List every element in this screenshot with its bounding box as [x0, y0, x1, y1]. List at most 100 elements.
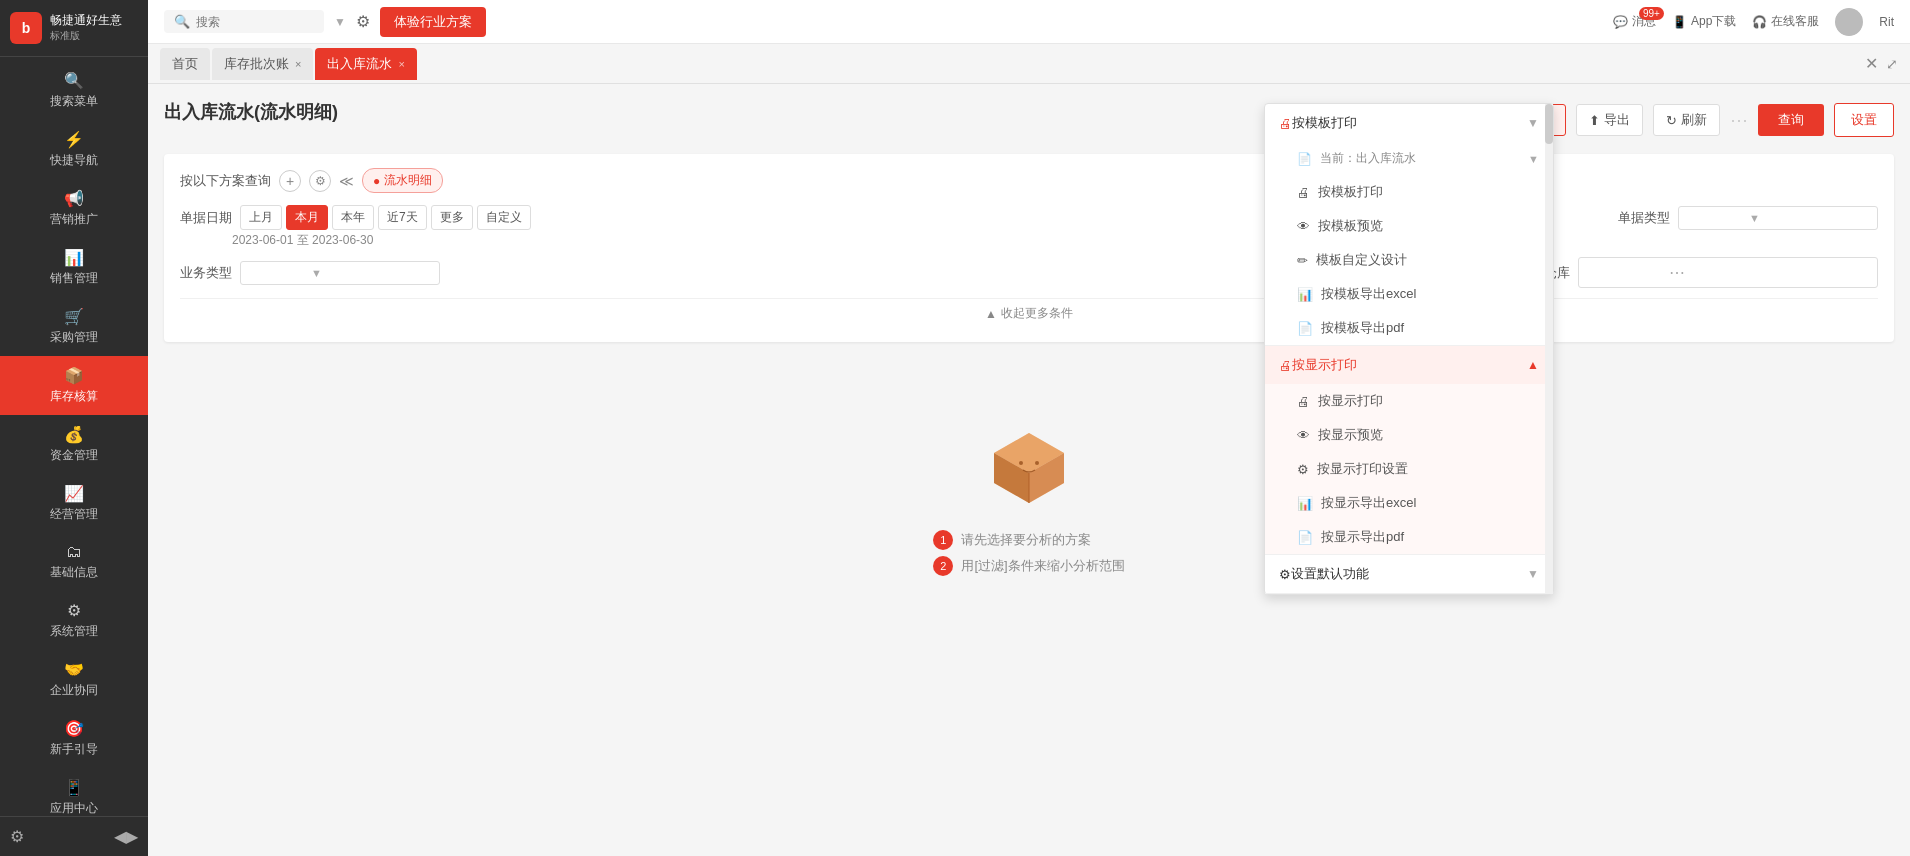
template-print-item-5-icon: 📄: [1297, 321, 1313, 336]
search-menu-icon: 🔍: [64, 71, 84, 90]
topbar-search-box[interactable]: 🔍: [164, 10, 324, 33]
app-name: 畅捷通好生意: [50, 13, 122, 29]
main-area: 🔍 ▼ ⚙ 体验行业方案 💬 消息 99+ 📱 App下载 🎧 在线客服: [148, 0, 1910, 856]
user-avatar[interactable]: [1835, 8, 1863, 36]
tab-flow-close-icon[interactable]: ×: [398, 58, 404, 70]
app-download-button[interactable]: 📱 App下载: [1672, 13, 1736, 30]
sidebar-item-guide[interactable]: 🎯 新手引导: [0, 709, 148, 768]
sidebar-item-purchase[interactable]: 🛒 采购管理: [0, 297, 148, 356]
billtype-select[interactable]: ▼: [1678, 206, 1878, 230]
display-print-item-3-icon: ⚙: [1297, 462, 1309, 477]
sidebar-item-guide-label: 新手引导: [50, 741, 98, 758]
collapse-conditions-button[interactable]: ▲ 收起更多条件: [180, 298, 1878, 328]
template-print-item-1[interactable]: 🖨 按模板打印: [1265, 175, 1553, 209]
display-print-item-5[interactable]: 📄 按显示导出pdf: [1265, 520, 1553, 554]
warehouse-more-icon: ⋯: [1669, 263, 1685, 282]
default-settings-icon: ⚙: [1279, 567, 1291, 582]
sidebar-item-quicknav[interactable]: ⚡ 快捷导航: [0, 120, 148, 179]
template-print-section-icon: 🖨: [1279, 116, 1292, 131]
template-print-item-2-icon: 👁: [1297, 219, 1310, 234]
filter-settings-button[interactable]: ⚙: [309, 170, 331, 192]
query-button[interactable]: 查询: [1758, 104, 1824, 136]
display-print-item-1[interactable]: 🖨 按显示打印: [1265, 384, 1553, 418]
sidebar-item-finance[interactable]: 💰 资金管理: [0, 415, 148, 474]
business-type-select[interactable]: ▼: [240, 261, 440, 285]
date-this-month-btn[interactable]: 本月: [286, 205, 328, 230]
template-print-item-2[interactable]: 👁 按模板预览: [1265, 209, 1553, 243]
app-version: 标准版: [50, 29, 122, 43]
sidebar-item-inventory[interactable]: 📦 库存核算: [0, 356, 148, 415]
tab-flow-label: 出入库流水: [327, 55, 392, 73]
tab-home[interactable]: 首页: [160, 48, 210, 80]
collapse-label: 收起更多条件: [1001, 305, 1073, 322]
template-print-item-4[interactable]: 📊 按模板导出excel: [1265, 277, 1553, 311]
online-service-button[interactable]: 🎧 在线客服: [1752, 13, 1819, 30]
template-print-item-5[interactable]: 📄 按模板导出pdf: [1265, 311, 1553, 345]
display-print-item-2[interactable]: 👁 按显示预览: [1265, 418, 1553, 452]
tab-flow[interactable]: 出入库流水 ×: [315, 48, 416, 80]
sidebar-nav: 🔍 搜索菜单 ⚡ 快捷导航 📢 营销推广 📊 销售管理 🛒 采购管理 📦 库存核…: [0, 57, 148, 816]
tab-batch[interactable]: 库存批次账 ×: [212, 48, 313, 80]
sales-icon: 📊: [64, 248, 84, 267]
display-print-item-3[interactable]: ⚙ 按显示打印设置: [1265, 452, 1553, 486]
tab-batch-close-icon[interactable]: ×: [295, 58, 301, 70]
date-custom-btn[interactable]: 自定义: [477, 205, 531, 230]
warehouse-field[interactable]: ⋯: [1578, 257, 1878, 288]
settings-bottom-icon[interactable]: ⚙: [10, 827, 24, 846]
filter-warehouse-item: 仓库 ⋯: [1544, 257, 1878, 288]
search-icon: 🔍: [174, 14, 190, 29]
template-print-item-1-label: 按模板打印: [1318, 183, 1383, 201]
template-print-item-3[interactable]: ✏ 模板自定义设计: [1265, 243, 1553, 277]
step2-number: 2: [933, 556, 953, 576]
display-print-section-header[interactable]: 🖨 按显示打印 ▲: [1265, 346, 1553, 384]
display-print-item-4-icon: 📊: [1297, 496, 1313, 511]
message-button[interactable]: 💬 消息 99+: [1613, 13, 1656, 30]
topbar-settings-icon[interactable]: ⚙: [356, 12, 370, 31]
close-window-icon[interactable]: ✕: [1865, 54, 1878, 73]
expand-window-icon[interactable]: ⤢: [1886, 56, 1898, 72]
filter-tag-icon: ●: [373, 174, 380, 188]
template-print-item-3-icon: ✏: [1297, 253, 1308, 268]
display-print-item-3-label: 按显示打印设置: [1317, 460, 1408, 478]
sidebar-item-purchase-label: 采购管理: [50, 329, 98, 346]
display-print-section: 🖨 按显示打印 ▲ 🖨 按显示打印 👁: [1265, 346, 1553, 555]
print-dropdown: 🖨 按模板打印 ▼ 📄 当前：出入库: [1264, 103, 1554, 595]
sidebar-item-marketing[interactable]: 📢 营销推广: [0, 179, 148, 238]
filter-section-label: 按以下方案查询: [180, 172, 271, 190]
sidebar-item-enterprise[interactable]: 🤝 企业协同: [0, 650, 148, 709]
sidebar-item-operations[interactable]: 📈 经营管理: [0, 474, 148, 533]
sidebar-item-sales[interactable]: 📊 销售管理: [0, 238, 148, 297]
apps-icon: 📱: [64, 778, 84, 797]
display-print-item-2-label: 按显示预览: [1318, 426, 1383, 444]
default-settings-header[interactable]: ⚙ 设置默认功能 ▼: [1265, 555, 1553, 593]
settings-button[interactable]: 设置: [1834, 103, 1894, 137]
display-print-item-4-label: 按显示导出excel: [1321, 494, 1416, 512]
filter-tag-label: 流水明细: [384, 172, 432, 189]
empty-illustration: [979, 418, 1079, 518]
sidebar-item-search[interactable]: 🔍 搜索菜单: [0, 61, 148, 120]
sidebar-item-system[interactable]: ⚙ 系统管理: [0, 591, 148, 650]
logo-icon: b: [10, 12, 42, 44]
display-print-section-icon: 🖨: [1279, 358, 1292, 373]
sidebar-item-basic[interactable]: 🗂 基础信息: [0, 533, 148, 591]
date-last-month-btn[interactable]: 上月: [240, 205, 282, 230]
step2-text: 用[过滤]条件来缩小分析范围: [961, 557, 1124, 575]
date-7days-btn[interactable]: 近7天: [378, 205, 427, 230]
export-icon: ⬆: [1589, 113, 1600, 128]
message-icon: 💬: [1613, 15, 1628, 29]
collapse-sidebar-icon[interactable]: ◀▶: [114, 827, 138, 846]
search-input[interactable]: [196, 15, 296, 29]
display-print-item-4[interactable]: 📊 按显示导出excel: [1265, 486, 1553, 520]
date-more-btn[interactable]: 更多: [431, 205, 473, 230]
sidebar-item-apps[interactable]: 📱 应用中心: [0, 768, 148, 816]
date-this-year-btn[interactable]: 本年: [332, 205, 374, 230]
sidebar-item-sales-label: 销售管理: [50, 270, 98, 287]
trial-button[interactable]: 体验行业方案: [380, 7, 486, 37]
export-button[interactable]: ⬆ 导出: [1576, 104, 1643, 136]
template-print-section-header[interactable]: 🖨 按模板打印 ▼: [1265, 104, 1553, 142]
refresh-button[interactable]: ↻ 刷新: [1653, 104, 1720, 136]
step1-number: 1: [933, 530, 953, 550]
filter-collapse-button[interactable]: ≪: [339, 173, 354, 189]
active-filter-tag[interactable]: ● 流水明细: [362, 168, 443, 193]
filter-add-button[interactable]: +: [279, 170, 301, 192]
